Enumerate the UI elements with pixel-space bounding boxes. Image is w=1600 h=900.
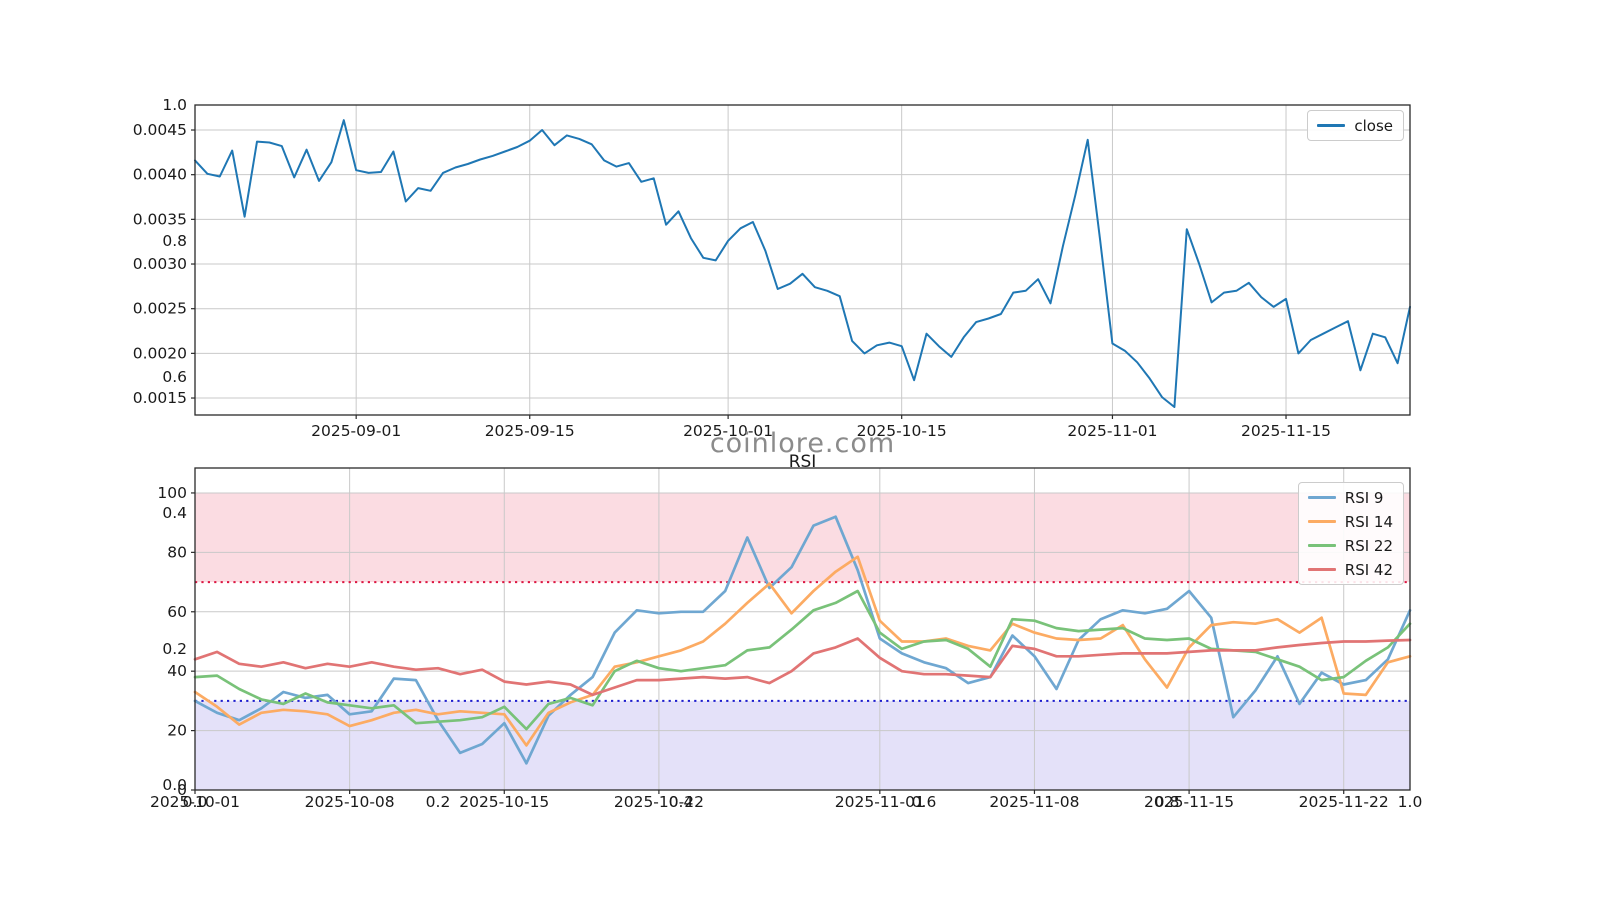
unit-y-tick-label: 0.4 xyxy=(162,504,187,522)
rsi-x-tick-label: 2025-10-08 xyxy=(305,793,395,811)
legend-label-rsi-42: RSI 42 xyxy=(1344,560,1393,579)
price-y-tick-label: 0.0035 xyxy=(133,210,187,228)
close-line-swatch xyxy=(1317,124,1346,127)
rsi-y-tick-label: 40 xyxy=(167,662,187,680)
legend-item-rsi-22: RSI 22 xyxy=(1307,535,1393,556)
rsi-y-tick-label: 60 xyxy=(167,603,187,621)
rsi-legend: RSI 9 RSI 14 RSI 22 RSI 42 xyxy=(1297,482,1404,585)
rsi-22-line-swatch xyxy=(1307,544,1336,547)
legend-label-rsi-14: RSI 14 xyxy=(1344,512,1393,531)
price-y-tick-label: 0.0025 xyxy=(133,300,187,318)
rsi-x-tick-label: 2025-11-22 xyxy=(1299,793,1389,811)
unit-x-tick-label: 1.0 xyxy=(1398,793,1423,811)
rsi-x-tick-label: 2025-10-15 xyxy=(459,793,549,811)
legend-item-rsi-42: RSI 42 xyxy=(1307,559,1393,580)
legend-item-rsi-14: RSI 14 xyxy=(1307,511,1393,532)
rsi-y-tick-label: 80 xyxy=(167,543,187,561)
rsi-y-tick-label: 100 xyxy=(157,484,187,502)
price-legend: close xyxy=(1307,110,1404,141)
unit-y-tick-label: 0.2 xyxy=(162,640,187,658)
rsi-x-tick-label: 2025-11-08 xyxy=(989,793,1079,811)
figure: 2025-09-01 2025-09-15 2025-10-01 2025-10-15… xyxy=(0,0,1600,900)
unit-x-tick-label: 0.0 xyxy=(183,793,208,811)
unit-y-tick-label: 0.8 xyxy=(162,232,187,250)
unit-x-tick-label: 0.4 xyxy=(669,793,694,811)
price-y-tick-label: 0.0030 xyxy=(133,255,187,273)
price-y-tick-label: 0.0015 xyxy=(133,389,187,407)
legend-label-close: close xyxy=(1354,116,1393,135)
rsi-14-line-swatch xyxy=(1307,520,1336,523)
unit-y-tick-label: 0.0 xyxy=(162,776,187,794)
legend-item-rsi-9: RSI 9 xyxy=(1307,487,1393,508)
unit-y-tick-label: 1.0 xyxy=(162,96,187,114)
rsi-chart xyxy=(191,467,1412,794)
legend-label-rsi-9: RSI 9 xyxy=(1344,488,1384,507)
rsi-chart-title: RSI xyxy=(788,452,817,472)
rsi-y-tick-label: 20 xyxy=(167,722,187,740)
rsi-42-line-swatch xyxy=(1307,568,1336,571)
price-y-tick-label: 0.0040 xyxy=(133,166,187,184)
unit-x-tick-label: 0.8 xyxy=(1155,793,1180,811)
unit-x-tick-label: 0.6 xyxy=(912,793,937,811)
rsi-9-line-swatch xyxy=(1307,496,1336,499)
price-y-tick-label: 0.0020 xyxy=(133,344,187,362)
price-plot-frame xyxy=(194,104,1411,416)
unit-y-tick-label: 0.6 xyxy=(162,368,187,386)
oversold-band xyxy=(195,700,1410,790)
unit-x-tick-label: 0.2 xyxy=(426,793,451,811)
legend-label-rsi-22: RSI 22 xyxy=(1344,536,1393,555)
price-y-tick-label: 0.0045 xyxy=(133,121,187,139)
price-chart xyxy=(191,104,1411,419)
overbought-band xyxy=(195,492,1410,583)
legend-item-close: close xyxy=(1317,115,1393,136)
